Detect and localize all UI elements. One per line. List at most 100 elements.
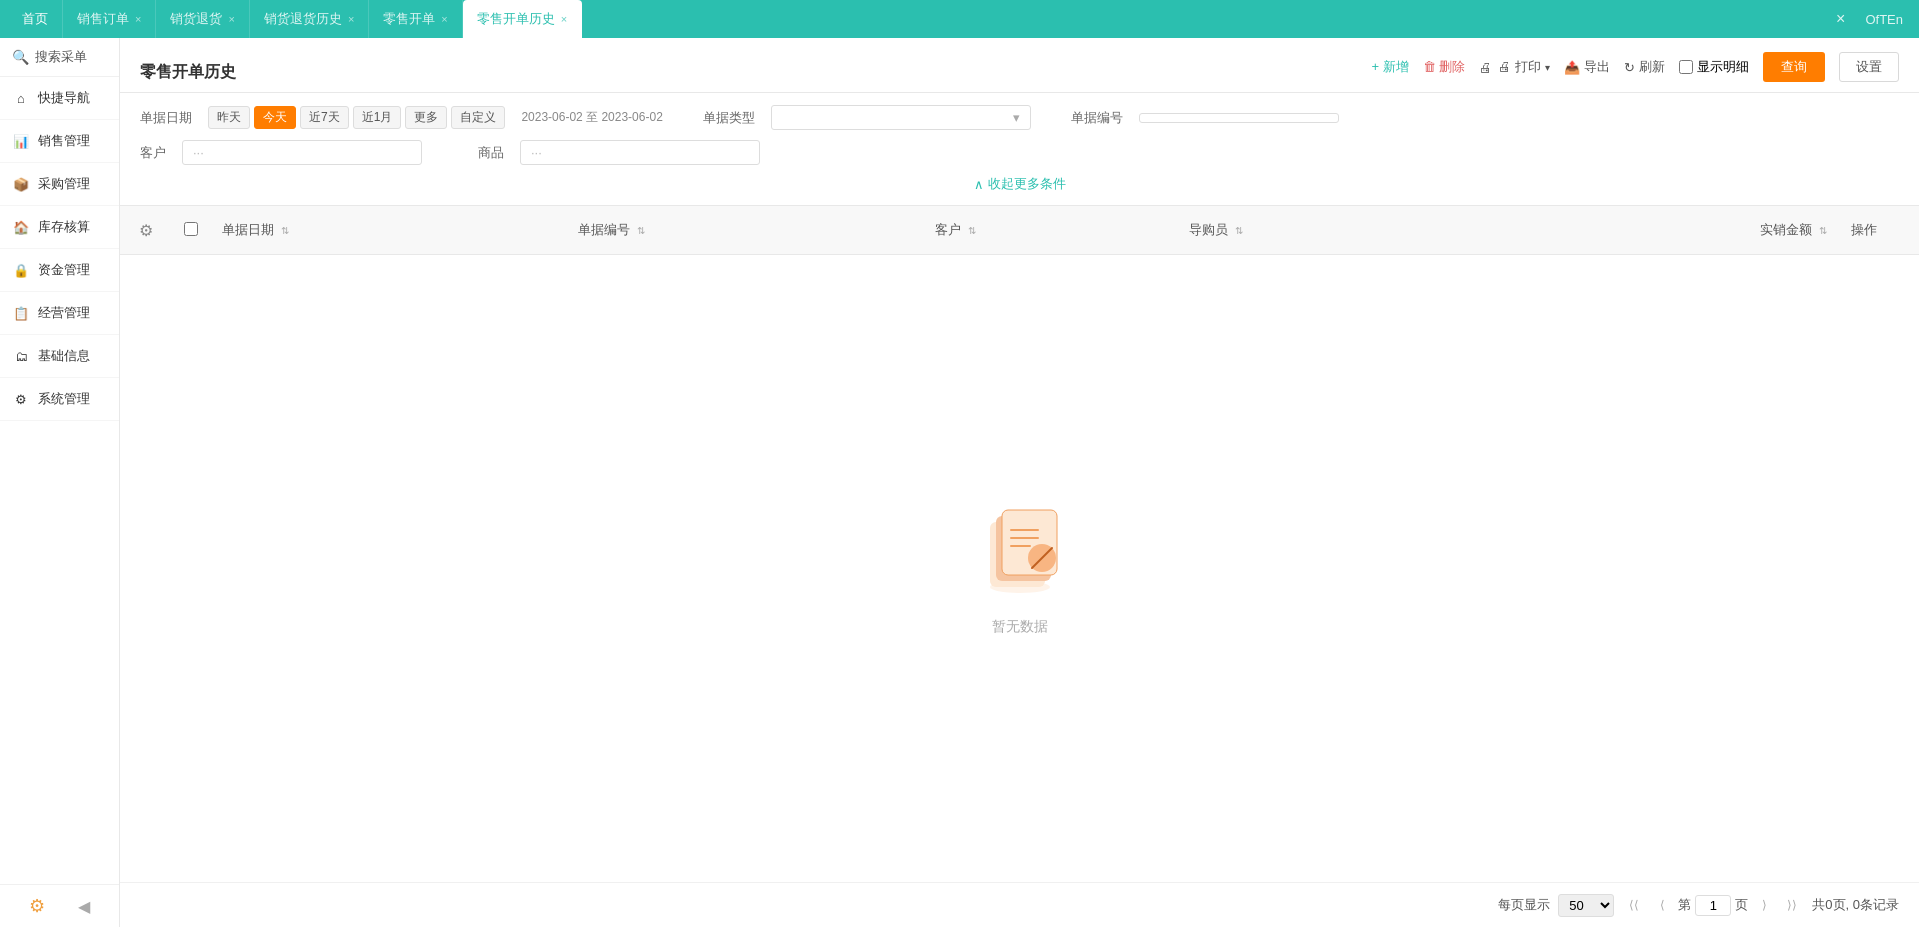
sidebar-item-finance[interactable]: 🔒 资金管理: [0, 249, 119, 292]
display-detail-checkbox[interactable]: [1679, 60, 1693, 74]
product-filter-input[interactable]: ···: [520, 140, 760, 165]
collapse-button[interactable]: ∧ 收起更多条件: [974, 175, 1066, 193]
empty-state: 暂无数据: [120, 255, 1919, 882]
table-wrapper: ⚙ 单据日期 ⇅ 单据编号 ⇅: [120, 206, 1919, 882]
print-button[interactable]: 🖨 🖨 打印 ▾: [1479, 58, 1550, 76]
th-number: 单据编号 ⇅: [566, 206, 922, 255]
customer-filter-label: 客户: [140, 144, 166, 162]
sidebar-item-base-info[interactable]: 🗂 基础信息: [0, 335, 119, 378]
type-filter-label: 单据类型: [703, 109, 755, 127]
th-guide: 导购员 ⇅: [1177, 206, 1482, 255]
date-btn-7days[interactable]: 近7天: [300, 106, 349, 129]
th-date: 单据日期 ⇅: [210, 206, 566, 255]
tab-close-sales-return-history[interactable]: ×: [348, 13, 354, 25]
type-dropdown-icon: ▾: [1013, 110, 1020, 125]
empty-illustration: [970, 502, 1070, 602]
date-range-display: 2023-06-02 至 2023-06-02: [521, 109, 662, 126]
customer-input-placeholder: ···: [193, 145, 204, 160]
date-filter-buttons: 昨天 今天 近7天 近1月 更多 自定义: [208, 106, 505, 129]
guide-sort-icon[interactable]: ⇅: [1235, 225, 1243, 236]
sidebar-collapse-icon[interactable]: ◀: [78, 897, 90, 916]
total-info: 共0页, 0条记录: [1812, 896, 1899, 914]
date-filter-label: 单据日期: [140, 109, 192, 127]
empty-text: 暂无数据: [992, 618, 1048, 636]
th-action: 操作: [1839, 206, 1919, 255]
content-area: 零售开单历史 + 新增 🗑 删除 🖨 🖨 打印 ▾ 📤 导出 ↻ 刷新: [120, 38, 1919, 927]
per-page-label: 每页显示: [1498, 896, 1550, 914]
date-sort-icon[interactable]: ⇅: [281, 225, 289, 236]
customer-filter-input[interactable]: ···: [182, 140, 422, 165]
th-customer: 客户 ⇅: [923, 206, 1177, 255]
last-page-btn[interactable]: ⟩⟩: [1780, 893, 1804, 917]
th-amount: 实销金额 ⇅: [1482, 206, 1839, 255]
date-btn-1month[interactable]: 近1月: [353, 106, 402, 129]
print-icon: 🖨: [1479, 60, 1492, 75]
date-btn-more[interactable]: 更多: [405, 106, 447, 129]
next-page-btn[interactable]: ⟩: [1752, 893, 1776, 917]
first-page-btn[interactable]: ⟨⟨: [1622, 893, 1646, 917]
page-number-input[interactable]: [1695, 895, 1731, 916]
page-label-end: 页: [1735, 896, 1748, 914]
table-icon: 🗂: [12, 347, 30, 365]
home-icon: ⌂: [12, 89, 30, 107]
pagination: 每页显示 50 100 200 ⟨⟨ ⟨ 第 页 ⟩ ⟩⟩ 共0页, 0条记录: [120, 882, 1919, 927]
box-icon: 📦: [12, 175, 30, 193]
window-close-btn[interactable]: ×: [1836, 10, 1845, 28]
page-navigation: ⟨⟨ ⟨ 第 页 ⟩ ⟩⟩: [1622, 893, 1804, 917]
query-button[interactable]: 查询: [1763, 52, 1825, 82]
per-page-select[interactable]: 50 100 200: [1558, 894, 1614, 917]
type-filter-select[interactable]: ▾: [771, 105, 1031, 130]
print-dropdown-icon: ▾: [1545, 62, 1550, 73]
page-title: 零售开单历史: [140, 62, 236, 83]
sidebar-item-operation[interactable]: 📋 经营管理: [0, 292, 119, 335]
settings-icon: ⚙: [12, 390, 30, 408]
select-all-checkbox[interactable]: [184, 222, 198, 236]
bar-icon: 📋: [12, 304, 30, 322]
sidebar-item-system[interactable]: ⚙ 系统管理: [0, 378, 119, 421]
add-button[interactable]: + 新增: [1372, 58, 1409, 76]
tab-retail-open[interactable]: 零售开单 ×: [369, 0, 462, 38]
tab-close-sales-return[interactable]: ×: [228, 13, 234, 25]
table-header: ⚙ 单据日期 ⇅ 单据编号 ⇅: [120, 206, 1919, 255]
collapse-row: ∧ 收起更多条件: [140, 175, 1899, 193]
sidebar-item-sales-mgmt[interactable]: 📊 销售管理: [0, 120, 119, 163]
sidebar-search[interactable]: 🔍 搜索采单: [0, 38, 119, 77]
tab-close-sales-order[interactable]: ×: [135, 13, 141, 25]
sidebar-settings-icon[interactable]: ⚙: [29, 895, 45, 917]
tab-home[interactable]: 首页: [8, 0, 63, 38]
sidebar-bottom: ⚙ ◀: [0, 884, 119, 927]
table-settings-icon[interactable]: ⚙: [132, 216, 160, 244]
filter-row-2: 客户 ··· 商品 ···: [140, 140, 1899, 165]
date-btn-custom[interactable]: 自定义: [451, 106, 505, 129]
product-input-placeholder: ···: [531, 145, 542, 160]
refresh-button[interactable]: ↻ 刷新: [1624, 58, 1665, 76]
display-detail-toggle[interactable]: 显示明细: [1679, 58, 1749, 76]
data-table: ⚙ 单据日期 ⇅ 单据编号 ⇅: [120, 206, 1919, 255]
tab-close-retail-open[interactable]: ×: [441, 13, 447, 25]
filter-row-1: 单据日期 昨天 今天 近7天 近1月 更多 自定义 2023-06-02 至 2…: [140, 105, 1899, 130]
chart-icon: 📊: [12, 132, 30, 150]
page-header: 零售开单历史 + 新增 🗑 删除 🖨 🖨 打印 ▾ 📤 导出 ↻ 刷新: [120, 38, 1919, 93]
page-label: 第: [1678, 896, 1691, 914]
date-btn-today[interactable]: 今天: [254, 106, 296, 129]
number-sort-icon[interactable]: ⇅: [637, 225, 645, 236]
tab-sales-order[interactable]: 销售订单 ×: [63, 0, 156, 38]
settings-button[interactable]: 设置: [1839, 52, 1899, 82]
tab-sales-return-history[interactable]: 销货退货历史 ×: [250, 0, 369, 38]
sidebar-item-quick-nav[interactable]: ⌂ 快捷导航: [0, 77, 119, 120]
product-filter-label: 商品: [478, 144, 504, 162]
customer-sort-icon[interactable]: ⇅: [968, 225, 976, 236]
tab-retail-open-history[interactable]: 零售开单历史 ×: [463, 0, 582, 38]
delete-button[interactable]: 🗑 删除: [1423, 58, 1466, 76]
prev-page-btn[interactable]: ⟨: [1650, 893, 1674, 917]
sidebar: 🔍 搜索采单 ⌂ 快捷导航 📊 销售管理 📦 采购管理 🏠 库存核算 🔒 资金管…: [0, 38, 120, 927]
tab-bar: 首页 销售订单 × 销货退货 × 销货退货历史 × 零售开单 × 零售开单历史 …: [0, 0, 1919, 38]
tab-sales-return[interactable]: 销货退货 ×: [156, 0, 249, 38]
amount-sort-icon[interactable]: ⇅: [1819, 225, 1827, 236]
id-filter-input[interactable]: [1139, 113, 1339, 123]
date-btn-yesterday[interactable]: 昨天: [208, 106, 250, 129]
sidebar-item-purchase-mgmt[interactable]: 📦 采购管理: [0, 163, 119, 206]
export-button[interactable]: 📤 导出: [1564, 58, 1610, 76]
sidebar-item-inventory[interactable]: 🏠 库存核算: [0, 206, 119, 249]
tab-close-retail-open-history[interactable]: ×: [561, 13, 567, 25]
